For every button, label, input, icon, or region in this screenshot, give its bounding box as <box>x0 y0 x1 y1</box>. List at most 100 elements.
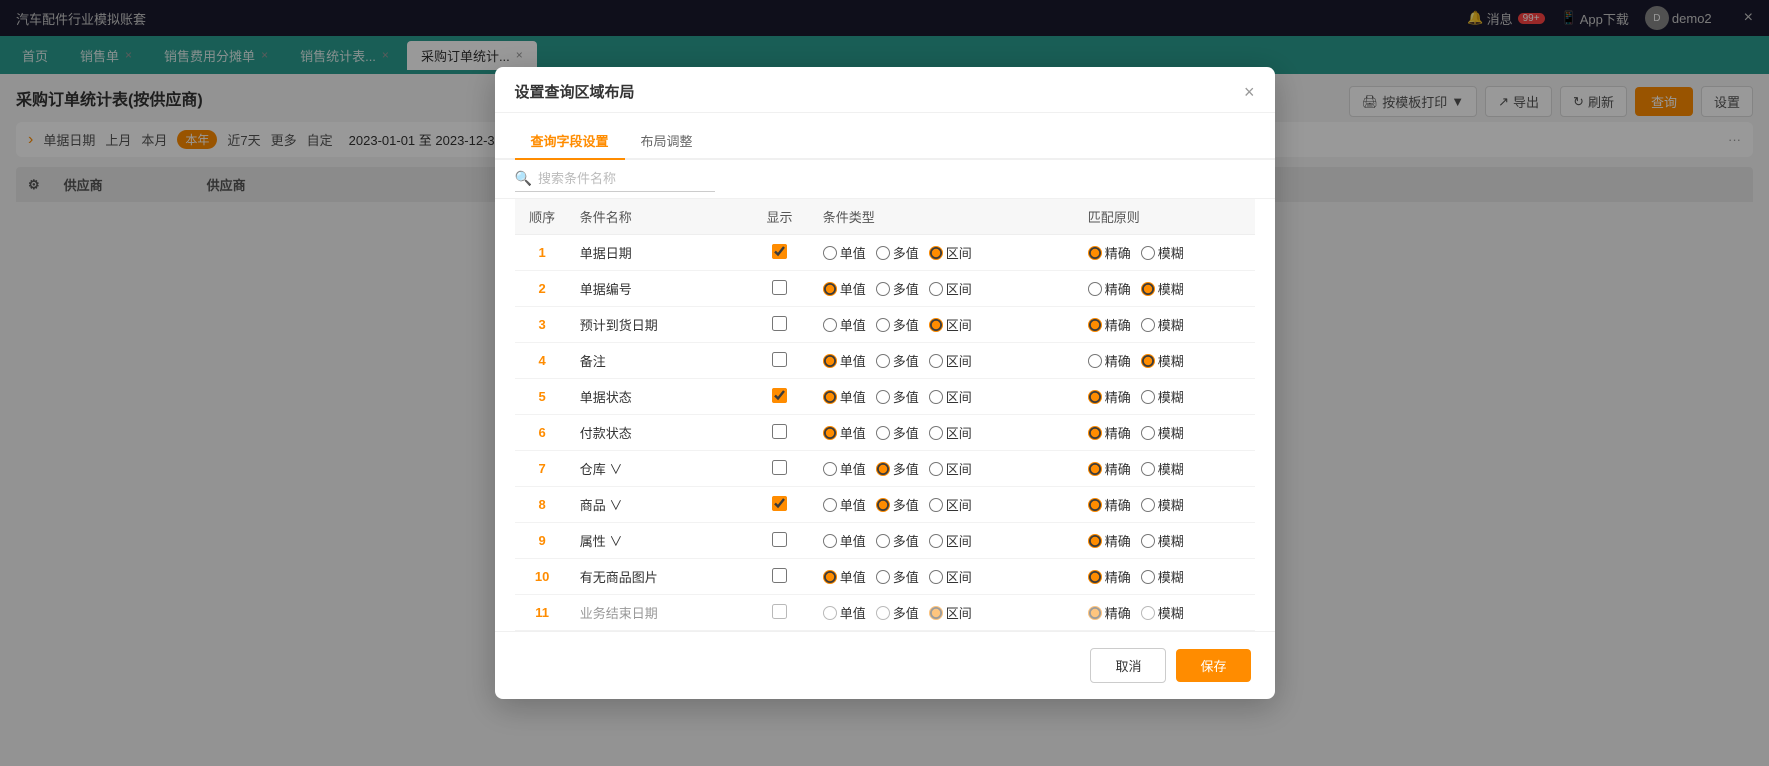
match-radio-match_fuzzy[interactable]: 模糊 <box>1141 243 1184 262</box>
match-radio-match_exact[interactable]: 精确 <box>1088 243 1131 262</box>
type-radio-type_multi[interactable]: 多值 <box>876 603 919 622</box>
type-radio-type_range[interactable]: 区间 <box>929 315 972 334</box>
display-checkbox[interactable] <box>772 316 787 331</box>
match-radio-match_fuzzy[interactable]: 模糊 <box>1141 459 1184 478</box>
type-radio-type_single[interactable]: 单值 <box>823 423 866 442</box>
match-radio-match_exact[interactable]: 精确 <box>1088 603 1131 622</box>
type-radio-type_multi[interactable]: 多值 <box>876 567 919 586</box>
match-radio-match_exact[interactable]: 精确 <box>1088 423 1131 442</box>
cell-name: 仓库 ∨ <box>570 451 747 487</box>
table-header-row: 顺序 条件名称 显示 条件类型 匹配原则 <box>515 199 1255 235</box>
type-radio-type_range[interactable]: 区间 <box>929 387 972 406</box>
type-radio-type_multi[interactable]: 多值 <box>876 243 919 262</box>
search-input[interactable] <box>538 171 698 186</box>
match-radio-match_fuzzy[interactable]: 模糊 <box>1141 423 1184 442</box>
table-row: 7仓库 ∨单值多值区间精确模糊 <box>515 451 1255 487</box>
display-checkbox[interactable] <box>772 244 787 259</box>
type-radio-type_range[interactable]: 区间 <box>929 243 972 262</box>
cell-display <box>746 595 812 631</box>
match-radio-match_fuzzy[interactable]: 模糊 <box>1141 279 1184 298</box>
type-radio-type_multi[interactable]: 多值 <box>876 387 919 406</box>
type-radio-type_single[interactable]: 单值 <box>823 243 866 262</box>
type-radio-type_range[interactable]: 区间 <box>929 531 972 550</box>
match-radio-match_exact[interactable]: 精确 <box>1088 387 1131 406</box>
type-radio-type_multi[interactable]: 多值 <box>876 495 919 514</box>
match-radio-match_fuzzy[interactable]: 模糊 <box>1141 351 1184 370</box>
table-row: 3预计到货日期单值多值区间精确模糊 <box>515 307 1255 343</box>
tab-layout-adjust[interactable]: 布局调整 <box>625 123 709 160</box>
dialog-close-button[interactable]: × <box>1244 83 1255 101</box>
cell-match: 精确模糊 <box>1078 523 1255 559</box>
display-checkbox[interactable] <box>772 352 787 367</box>
type-radio-type_single[interactable]: 单值 <box>823 387 866 406</box>
display-checkbox[interactable] <box>772 424 787 439</box>
cell-name: 付款状态 <box>570 415 747 451</box>
type-radio-type_range[interactable]: 区间 <box>929 567 972 586</box>
type-radio-type_multi[interactable]: 多值 <box>876 315 919 334</box>
cell-type: 单值多值区间 <box>813 343 1078 379</box>
type-radio-type_multi[interactable]: 多值 <box>876 279 919 298</box>
type-radio-type_multi[interactable]: 多值 <box>876 459 919 478</box>
type-radio-type_range[interactable]: 区间 <box>929 459 972 478</box>
match-radio-match_exact[interactable]: 精确 <box>1088 279 1131 298</box>
cell-order: 2 <box>515 271 570 307</box>
type-radio-type_range[interactable]: 区间 <box>929 279 972 298</box>
match-radio-match_fuzzy[interactable]: 模糊 <box>1141 387 1184 406</box>
match-radio-match_fuzzy[interactable]: 模糊 <box>1141 567 1184 586</box>
cell-display <box>746 271 812 307</box>
match-radio-match_fuzzy[interactable]: 模糊 <box>1141 495 1184 514</box>
match-radio-match_exact[interactable]: 精确 <box>1088 315 1131 334</box>
match-radio-match_exact[interactable]: 精确 <box>1088 495 1131 514</box>
type-radio-type_single[interactable]: 单值 <box>823 351 866 370</box>
type-radio-type_single[interactable]: 单值 <box>823 567 866 586</box>
type-radio-type_single[interactable]: 单值 <box>823 279 866 298</box>
type-radio-type_range[interactable]: 区间 <box>929 495 972 514</box>
type-radio-type_range[interactable]: 区间 <box>929 603 972 622</box>
table-row: 11业务结束日期单值多值区间精确模糊 <box>515 595 1255 631</box>
display-checkbox[interactable] <box>772 532 787 547</box>
type-radio-type_range[interactable]: 区间 <box>929 423 972 442</box>
type-radio-type_single[interactable]: 单值 <box>823 495 866 514</box>
th-match: 匹配原则 <box>1078 199 1255 235</box>
tab-query-fields[interactable]: 查询字段设置 <box>515 123 625 160</box>
cell-match: 精确模糊 <box>1078 559 1255 595</box>
display-checkbox[interactable] <box>772 280 787 295</box>
type-radio-type_multi[interactable]: 多值 <box>876 423 919 442</box>
display-checkbox[interactable] <box>772 388 787 403</box>
cell-match: 精确模糊 <box>1078 271 1255 307</box>
cell-name: 备注 <box>570 343 747 379</box>
type-radio-type_single[interactable]: 单值 <box>823 603 866 622</box>
table-row: 2单据编号单值多值区间精确模糊 <box>515 271 1255 307</box>
cell-match: 精确模糊 <box>1078 451 1255 487</box>
save-button[interactable]: 保存 <box>1176 649 1250 682</box>
type-radio-type_range[interactable]: 区间 <box>929 351 972 370</box>
cancel-button[interactable]: 取消 <box>1090 648 1166 683</box>
cell-match: 精确模糊 <box>1078 487 1255 523</box>
type-radio-type_single[interactable]: 单值 <box>823 459 866 478</box>
type-radio-type_multi[interactable]: 多值 <box>876 531 919 550</box>
dialog-tabs: 查询字段设置 布局调整 <box>495 113 1275 160</box>
match-radio-match_fuzzy[interactable]: 模糊 <box>1141 315 1184 334</box>
display-checkbox[interactable] <box>772 496 787 511</box>
type-radio-type_single[interactable]: 单值 <box>823 531 866 550</box>
table-row: 8商品 ∨单值多值区间精确模糊 <box>515 487 1255 523</box>
type-radio-type_single[interactable]: 单值 <box>823 315 866 334</box>
match-radio-match_fuzzy[interactable]: 模糊 <box>1141 531 1184 550</box>
match-radio-match_exact[interactable]: 精确 <box>1088 567 1131 586</box>
match-radio-match_fuzzy[interactable]: 模糊 <box>1141 603 1184 622</box>
cell-type: 单值多值区间 <box>813 487 1078 523</box>
match-radio-match_exact[interactable]: 精确 <box>1088 531 1131 550</box>
match-radio-match_exact[interactable]: 精确 <box>1088 351 1131 370</box>
cell-display <box>746 235 812 271</box>
cell-display <box>746 559 812 595</box>
match-radio-match_exact[interactable]: 精确 <box>1088 459 1131 478</box>
table-row: 5单据状态单值多值区间精确模糊 <box>515 379 1255 415</box>
display-checkbox[interactable] <box>772 460 787 475</box>
cell-display <box>746 415 812 451</box>
dialog-table-wrap: 顺序 条件名称 显示 条件类型 匹配原则 1单据日期单值多值区间精确模糊2单据编… <box>495 199 1275 631</box>
type-radio-type_multi[interactable]: 多值 <box>876 351 919 370</box>
dialog-search-area: 🔍 <box>495 160 1275 199</box>
display-checkbox[interactable] <box>772 604 787 619</box>
display-checkbox[interactable] <box>772 568 787 583</box>
cell-match: 精确模糊 <box>1078 235 1255 271</box>
